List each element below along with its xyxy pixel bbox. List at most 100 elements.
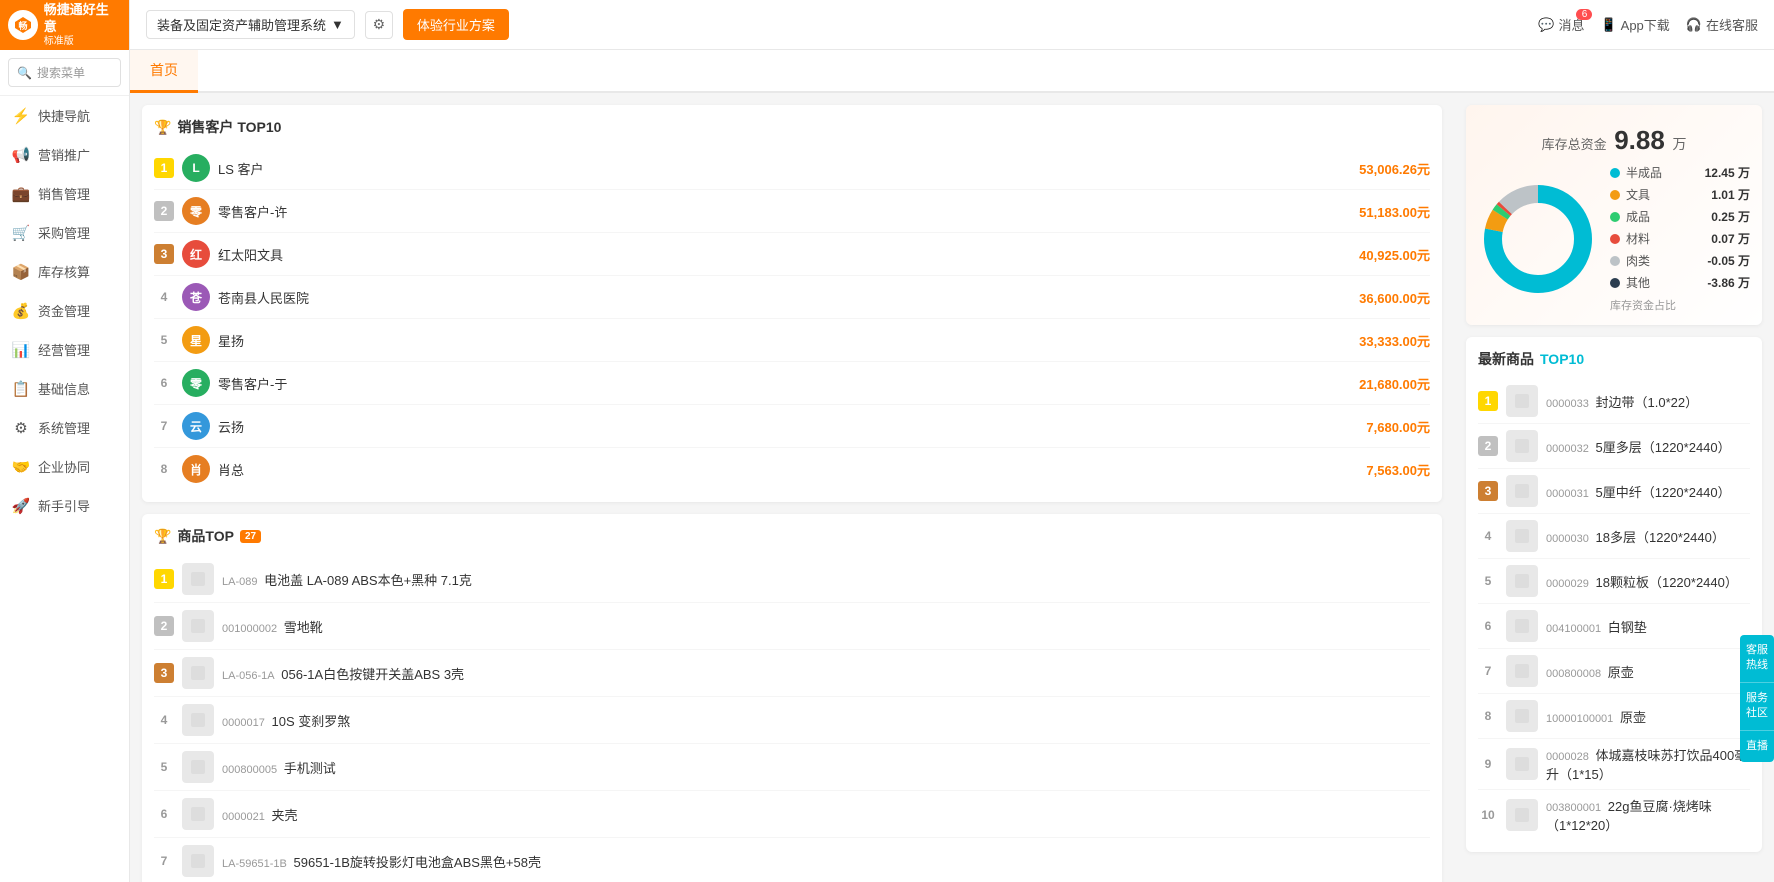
search-menu-button[interactable]: 🔍 搜索菜单 [8, 58, 121, 87]
service-buttons: 客服热线 服务社区 直播 [1740, 635, 1774, 762]
rank-number: 8 [154, 459, 174, 479]
message-button[interactable]: 💬 消息 6 [1538, 15, 1584, 34]
legend-dot [1610, 190, 1620, 200]
tab-home[interactable]: 首页 [130, 50, 198, 93]
sidebar-item-sales[interactable]: 💼 销售管理 [0, 174, 129, 213]
page-tabs: 首页 [130, 50, 1774, 93]
product-thumb [1506, 700, 1538, 732]
sales-icon: 💼 [12, 185, 30, 203]
newest-product-item: 7 000800008 原壶 [1478, 649, 1750, 694]
rank-number: 4 [1478, 526, 1498, 546]
service-live-button[interactable]: 直播 [1740, 731, 1774, 762]
customer-value: 36,600.00元 [1359, 288, 1430, 307]
product-thumb [182, 845, 214, 877]
newest-product-item: 10 003800001 22g鱼豆腐·烧烤味（1*12*20） [1478, 790, 1750, 840]
legend-value: 0.25 万 [1711, 208, 1750, 225]
product-count-badge: 27 [240, 530, 261, 543]
rank-number: 1 [154, 158, 174, 178]
product-info: 0000017 10S 变刹罗煞 [222, 711, 1430, 730]
product-name: 白钢垫 [1608, 620, 1647, 635]
sidebar-item-system[interactable]: ⚙ 系统管理 [0, 408, 129, 447]
customer-name: 零售客户-于 [218, 374, 1351, 393]
newest-product-item: 8 10000100001 原壶 [1478, 694, 1750, 739]
legend-item: 半成品 12.45 万 [1610, 164, 1750, 181]
product-info: 0000028 体城嘉枝味苏打饮品400毫升（1*15） [1546, 745, 1750, 783]
customer-avatar: 云 [182, 412, 210, 440]
product-thumb [182, 704, 214, 736]
newest-product-item: 5 0000029 18颗粒板（1220*2440） [1478, 559, 1750, 604]
product-thumb [182, 563, 214, 595]
newest-product-item: 9 0000028 体城嘉枝味苏打饮品400毫升（1*15） [1478, 739, 1750, 790]
inventory-icon: 📦 [12, 263, 30, 281]
sidebar-item-cooperation[interactable]: 🤝 企业协同 [0, 447, 129, 486]
product-rank-item: 2 001000002 雪地靴 [154, 603, 1430, 650]
customer-name: 零售客户-许 [218, 202, 1351, 221]
system-icon: ⚙ [12, 419, 30, 437]
app-download-button[interactable]: 📱 App下载 [1600, 15, 1669, 34]
rank-number: 2 [154, 201, 174, 221]
online-service-button[interactable]: 🎧 在线客服 [1686, 15, 1758, 34]
rank-number: 3 [1478, 481, 1498, 501]
product-ranking-title: 🏆 商品TOP 27 [154, 526, 1430, 546]
sidebar-item-finance[interactable]: 💰 资金管理 [0, 291, 129, 330]
sidebar-item-operations[interactable]: 📊 经营管理 [0, 330, 129, 369]
rank-number: 1 [1478, 391, 1498, 411]
logo-icon: 畅 [8, 10, 38, 40]
product-name: 雪地靴 [284, 620, 323, 635]
settings-button[interactable]: ⚙ [365, 11, 393, 39]
inventory-card: 库存总资金 9.88 万 [1466, 105, 1762, 325]
sales-rank-item: 5 星 星扬 33,333.00元 [154, 319, 1430, 362]
customer-value: 7,680.00元 [1366, 417, 1430, 436]
product-thumb [182, 751, 214, 783]
topbar-right: 💬 消息 6 📱 App下载 🎧 在线客服 [1538, 15, 1758, 34]
logo-text: 畅捷通好生意 标准版 [44, 2, 121, 49]
customer-avatar: L [182, 154, 210, 182]
customer-avatar: 零 [182, 369, 210, 397]
product-name: 5厘中纤（1220*2440） [1596, 485, 1731, 500]
service-hotline-button[interactable]: 客服热线 [1740, 635, 1774, 683]
sidebar-item-marketing[interactable]: 📢 营销推广 [0, 135, 129, 174]
sidebar-item-purchase[interactable]: 🛒 采购管理 [0, 213, 129, 252]
product-info: 000800008 原壶 [1546, 662, 1750, 681]
sidebar-item-quick-nav[interactable]: ⚡ 快捷导航 [0, 96, 129, 135]
customer-avatar: 肖 [182, 455, 210, 483]
sales-rank-item: 1 L LS 客户 53,006.26元 [154, 147, 1430, 190]
newest-product-item: 6 004100001 白钢垫 [1478, 604, 1750, 649]
rank-number: 4 [154, 287, 174, 307]
legend-item: 材料 0.07 万 [1610, 230, 1750, 247]
rank-number: 6 [1478, 616, 1498, 636]
inventory-total: 库存总资金 9.88 万 [1478, 125, 1750, 156]
legend-label: 半成品 [1626, 164, 1699, 181]
legend-item: 文具 1.01 万 [1610, 186, 1750, 203]
product-rank-item: 4 0000017 10S 变刹罗煞 [154, 697, 1430, 744]
customer-name: 肖总 [218, 460, 1358, 479]
product-thumb [182, 798, 214, 830]
sidebar-item-inventory[interactable]: 📦 库存核算 [0, 252, 129, 291]
product-info: 004100001 白钢垫 [1546, 617, 1750, 636]
sales-customer-ranking-card: 🏆 销售客户 TOP10 1 L LS 客户 53,006.26元 2 零 零售… [142, 105, 1442, 502]
sales-rank-item: 2 零 零售客户-许 51,183.00元 [154, 190, 1430, 233]
product-thumb [1506, 610, 1538, 642]
product-code: 003800001 [1546, 802, 1604, 814]
sidebar: 畅 畅捷通好生意 标准版 🔍 搜索菜单 ⚡ 快捷导航 📢 营销推广 💼 销售管理… [0, 0, 130, 882]
product-info: 001000002 雪地靴 [222, 617, 1430, 636]
inventory-legend: 半成品 12.45 万 文具 1.01 万 成品 0.25 万 材料 0.07 … [1610, 164, 1750, 313]
donut-container: 半成品 12.45 万 文具 1.01 万 成品 0.25 万 材料 0.07 … [1478, 164, 1750, 313]
rank-number: 3 [154, 244, 174, 264]
rank-number: 8 [1478, 706, 1498, 726]
sidebar-item-basic-info[interactable]: 📋 基础信息 [0, 369, 129, 408]
finance-icon: 💰 [12, 302, 30, 320]
product-code: 0000021 [222, 811, 268, 823]
message-icon: 💬 [1538, 17, 1554, 33]
product-name: 10S 变刹罗煞 [272, 714, 351, 729]
sales-rank-item: 3 红 红太阳文具 40,925.00元 [154, 233, 1430, 276]
product-info: LA-59651-1B 59651-1B旋转投影灯电池盒ABS黑色+58壳 [222, 852, 1430, 871]
product-code: 10000100001 [1546, 713, 1616, 725]
product-info: 0000031 5厘中纤（1220*2440） [1546, 482, 1750, 501]
trial-button[interactable]: 体验行业方案 [403, 9, 509, 40]
product-info: 0000021 夹壳 [222, 805, 1430, 824]
sidebar-item-guide[interactable]: 🚀 新手引导 [0, 486, 129, 525]
system-selector[interactable]: 装备及固定资产辅助管理系统 ▼ [146, 10, 355, 39]
product-rank-item: 5 000800005 手机测试 [154, 744, 1430, 791]
service-community-button[interactable]: 服务社区 [1740, 683, 1774, 731]
